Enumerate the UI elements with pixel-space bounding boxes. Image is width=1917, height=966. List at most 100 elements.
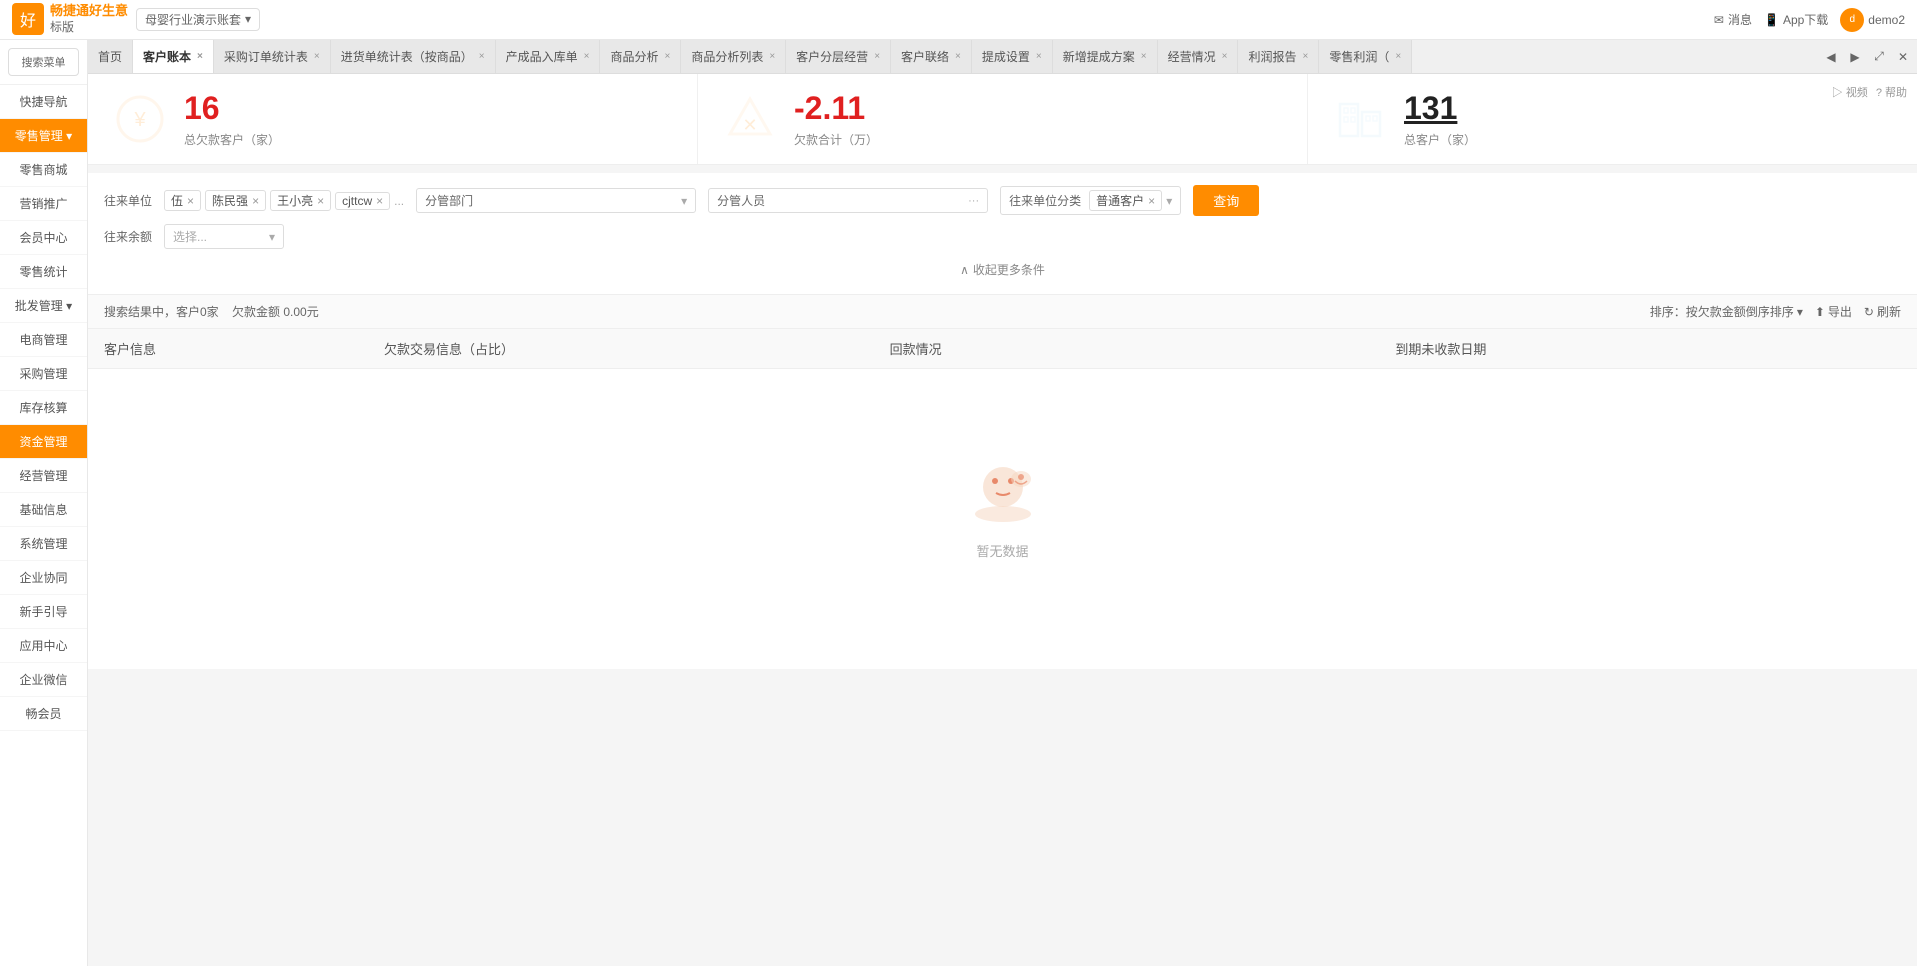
sidebar-item-marketing[interactable]: 营销推广 <box>0 187 87 221</box>
tab-product-instock[interactable]: 产成品入库单 × <box>496 40 601 74</box>
sidebar-search-area: 搜索菜单 <box>0 40 87 85</box>
col-customer-info: 客户信息 <box>104 339 384 358</box>
filter-tag-wang-close[interactable]: × <box>317 194 324 208</box>
collapse-filters-btn[interactable]: ∧ 收起更多条件 <box>104 257 1901 282</box>
balance-selector[interactable]: 选择... ▾ <box>164 224 284 249</box>
sidebar-item-enterprise-collab[interactable]: 企业协同 <box>0 561 87 595</box>
sidebar-item-ecommerce-mgmt[interactable]: 电商管理 <box>0 323 87 357</box>
svg-text:✕: ✕ <box>742 115 757 135</box>
sidebar-item-app-center[interactable]: 应用中心 <box>0 629 87 663</box>
tab-product-analysis-list[interactable]: 商品分析列表 × <box>681 40 786 74</box>
tab-profit-report[interactable]: 利润报告 × <box>1238 40 1319 74</box>
help-btn[interactable]: ? 帮助 <box>1876 84 1907 100</box>
tab-close-product-instock[interactable]: × <box>584 51 590 62</box>
sidebar-item-retail-stats[interactable]: 零售统计 <box>0 255 87 289</box>
dept-arrow-icon: ▾ <box>681 194 687 208</box>
tab-close-product-analysis[interactable]: × <box>664 51 670 62</box>
sidebar-item-vip-member[interactable]: 畅会员 <box>0 697 87 731</box>
unit-class-arrow-icon: ▾ <box>1166 194 1172 208</box>
query-button[interactable]: 查询 <box>1193 185 1259 216</box>
tab-close-customer-segment[interactable]: × <box>874 51 880 62</box>
filter-tag-wu: 伍 × <box>164 190 201 211</box>
tab-business-status[interactable]: 经营情况 × <box>1158 40 1239 74</box>
sidebar-item-retail-mgmt[interactable]: 零售管理 ▾ <box>0 119 87 153</box>
content-area: 首页 客户账本 × 采购订单统计表 × 进货单统计表（按商品） × 产成品入库单… <box>88 40 1917 966</box>
tab-close-business-status[interactable]: × <box>1222 51 1228 62</box>
svg-text:¥: ¥ <box>133 109 146 131</box>
tab-close-new-commission-plan[interactable]: × <box>1141 51 1147 62</box>
tab-close-profit-report[interactable]: × <box>1302 51 1308 62</box>
tab-expand-btn[interactable]: ⤢ <box>1869 47 1889 67</box>
stat-card-debt: ✕ -2.11 欠款合计（万） <box>698 74 1308 164</box>
tab-close-commission-settings[interactable]: × <box>1036 51 1042 62</box>
filter-tag-wu-close[interactable]: × <box>187 194 194 208</box>
tab-customer-contact[interactable]: 客户联络 × <box>891 40 972 74</box>
sidebar-item-ops-mgmt[interactable]: 经营管理 <box>0 459 87 493</box>
sidebar-item-newbie-guide[interactable]: 新手引导 <box>0 595 87 629</box>
filter-tag-chen-close[interactable]: × <box>252 194 259 208</box>
stat-info-debt: -2.11 欠款合计（万） <box>794 90 878 148</box>
tab-customer-segment[interactable]: 客户分层经营 × <box>786 40 891 74</box>
tab-close-stock-stats[interactable]: × <box>479 51 485 62</box>
tab-retail-profit[interactable]: 零售利润（ × <box>1319 40 1412 74</box>
video-btn[interactable]: ▷ 视频 <box>1832 84 1868 100</box>
tab-purchase-order-stats[interactable]: 采购订单统计表 × <box>214 40 331 74</box>
tab-next-btn[interactable]: ▶ <box>1845 47 1865 67</box>
tab-close-all-btn[interactable]: ✕ <box>1893 47 1913 67</box>
customer-icon: ¥ <box>112 91 168 147</box>
sidebar-item-quick-nav[interactable]: 快捷导航 <box>0 85 87 119</box>
sidebar-item-finance-mgmt[interactable]: 资金管理 <box>0 425 87 459</box>
system-selector[interactable]: 母婴行业演示账套 ▾ <box>136 8 260 31</box>
tab-new-commission-plan[interactable]: 新增提成方案 × <box>1053 40 1158 74</box>
tab-customer-capital[interactable]: 客户账本 × <box>133 40 214 74</box>
unit-class-selector[interactable]: 往来单位分类 普通客户 × ▾ <box>1000 186 1181 215</box>
sidebar-item-wholesale-mgmt[interactable]: 批发管理 ▾ <box>0 289 87 323</box>
logo-area: 好 畅捷通好生意 标版 <box>12 3 128 35</box>
filter-tag-wang: 王小亮 × <box>270 190 331 211</box>
debt-icon: ✕ <box>722 91 778 147</box>
filter-area: 往来单位 伍 × 陈民强 × 王小亮 × <box>88 173 1917 295</box>
tab-commission-settings[interactable]: 提成设置 × <box>972 40 1053 74</box>
collapse-arrow-icon: ∧ <box>960 263 969 277</box>
export-btn[interactable]: ⬆ 导出 <box>1815 303 1852 320</box>
stat-label-total: 总客户（家） <box>1404 131 1476 148</box>
sidebar-item-inventory[interactable]: 库存核算 <box>0 391 87 425</box>
message-btn[interactable]: ✉ 消息 <box>1714 11 1752 28</box>
stat-card-customers: ¥ 16 总欠款客户（家） <box>88 74 698 164</box>
user-profile[interactable]: d demo2 <box>1840 8 1905 32</box>
tab-prev-btn[interactable]: ◀ <box>1821 47 1841 67</box>
tab-close-customer-capital[interactable]: × <box>197 51 203 62</box>
tab-close-purchase-order-stats[interactable]: × <box>314 51 320 62</box>
sidebar-item-member-center[interactable]: 会员中心 <box>0 221 87 255</box>
sidebar-item-enterprise-wechat[interactable]: 企业微信 <box>0 663 87 697</box>
search-menu-button[interactable]: 搜索菜单 <box>8 48 79 76</box>
unit-label: 往来单位 <box>104 192 152 209</box>
filter-tag-cjttcw-close[interactable]: × <box>376 194 383 208</box>
refresh-btn[interactable]: ↻ 刷新 <box>1864 303 1901 320</box>
filter-tag-normal-close[interactable]: × <box>1148 194 1155 208</box>
app-download-btn[interactable]: 📱 App下载 <box>1764 11 1828 28</box>
filter-more-btn[interactable]: ... <box>394 194 404 208</box>
tab-bar: 首页 客户账本 × 采购订单统计表 × 进货单统计表（按商品） × 产成品入库单… <box>88 40 1917 74</box>
tab-home[interactable]: 首页 <box>88 40 133 74</box>
balance-arrow-icon: ▾ <box>269 230 275 244</box>
dept-selector[interactable]: 分管部门 ▾ <box>416 188 696 213</box>
tab-stock-stats[interactable]: 进货单统计表（按商品） × <box>331 40 496 74</box>
sidebar-item-basic-info[interactable]: 基础信息 <box>0 493 87 527</box>
sidebar-item-retail-mall[interactable]: 零售商城 <box>0 153 87 187</box>
col-debt-info: 欠款交易信息（占比） <box>384 339 890 358</box>
empty-icon <box>963 449 1043 529</box>
stat-label-customers: 总欠款客户（家） <box>184 131 280 148</box>
filter-tag-normal-customer: 普通客户 × <box>1089 190 1162 211</box>
person-selector[interactable]: 分管人员 ··· <box>708 188 988 213</box>
tab-close-customer-contact[interactable]: × <box>955 51 961 62</box>
export-icon: ⬆ <box>1815 305 1825 319</box>
stat-number-debt: -2.11 <box>794 90 878 127</box>
filter-tag-cjttcw: cjttcw × <box>335 192 390 210</box>
tab-product-analysis[interactable]: 商品分析 × <box>600 40 681 74</box>
sidebar-item-purchase-mgmt[interactable]: 采购管理 <box>0 357 87 391</box>
tab-close-product-analysis-list[interactable]: × <box>769 51 775 62</box>
tab-close-retail-profit[interactable]: × <box>1395 51 1401 62</box>
sort-button[interactable]: 排序：按欠款金额倒序排序 ▾ <box>1650 303 1803 320</box>
sidebar-item-sys-mgmt[interactable]: 系统管理 <box>0 527 87 561</box>
